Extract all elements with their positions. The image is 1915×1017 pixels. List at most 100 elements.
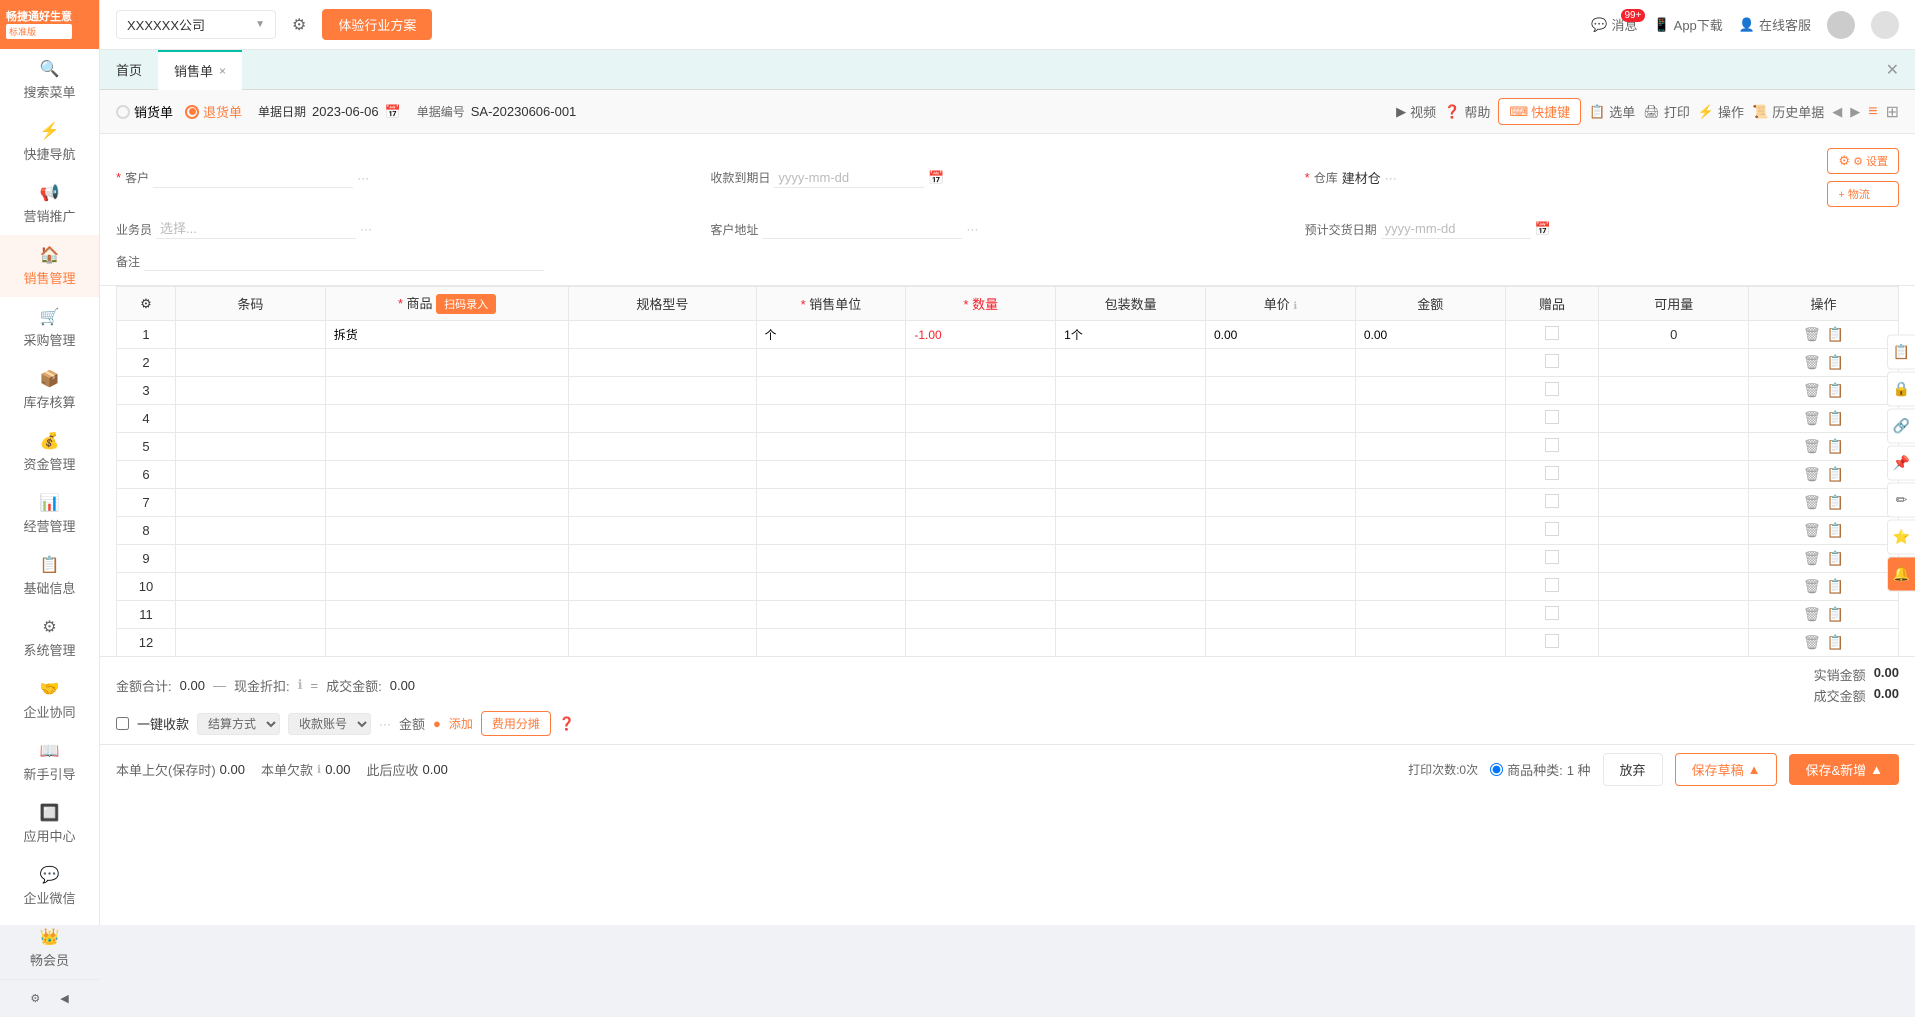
row-delete-icon[interactable]: 🗑: [1803, 326, 1821, 343]
row-barcode[interactable]: [175, 573, 325, 601]
row-amount[interactable]: [1355, 573, 1505, 601]
row-qty[interactable]: [906, 461, 1056, 489]
sidebar-item-system[interactable]: ⚙ 系统管理: [0, 607, 99, 669]
payment-date-input[interactable]: [774, 168, 924, 188]
salesperson-more-icon[interactable]: ···: [360, 222, 372, 236]
row-unit[interactable]: [756, 573, 906, 601]
calendar-icon[interactable]: 📅: [385, 104, 401, 120]
row-unit[interactable]: [756, 377, 906, 405]
row-delete-icon[interactable]: 🗑: [1803, 550, 1821, 567]
sidebar-item-operation[interactable]: 📊 经营管理: [0, 483, 99, 545]
nav-next-icon[interactable]: ▶: [1850, 104, 1860, 120]
row-spec[interactable]: [569, 321, 756, 349]
row-product[interactable]: [325, 489, 568, 517]
row-spec[interactable]: [569, 601, 756, 629]
row-qty[interactable]: [906, 349, 1056, 377]
note-input[interactable]: [144, 251, 544, 271]
row-gift[interactable]: [1505, 405, 1599, 433]
sidebar-item-marketing[interactable]: 📢 营销推广: [0, 173, 99, 235]
row-gift[interactable]: [1505, 573, 1599, 601]
row-unit[interactable]: [756, 545, 906, 573]
row-unit[interactable]: [756, 405, 906, 433]
sidebar-item-guide[interactable]: 📖 新手引导: [0, 731, 99, 793]
row-unit[interactable]: [756, 629, 906, 657]
row-copy-icon[interactable]: 📋: [1827, 606, 1844, 623]
payment-calendar-icon[interactable]: 📅: [928, 170, 944, 186]
logistics-button[interactable]: + 物流: [1827, 181, 1899, 207]
row-delete-icon[interactable]: 🗑: [1803, 494, 1821, 511]
row-amount[interactable]: [1355, 349, 1505, 377]
row-price[interactable]: [1206, 321, 1356, 349]
row-unit[interactable]: [756, 461, 906, 489]
addr-more-icon[interactable]: ···: [966, 222, 978, 236]
expected-calendar-icon[interactable]: 📅: [1535, 221, 1551, 237]
row-qty[interactable]: [906, 545, 1056, 573]
row-barcode[interactable]: [175, 405, 325, 433]
expense-btn[interactable]: 费用分摊: [481, 711, 551, 736]
row-product[interactable]: [325, 377, 568, 405]
sidebar-item-enterprise[interactable]: 🤝 企业协同: [0, 669, 99, 731]
grid-view-icon[interactable]: ⊞: [1886, 102, 1899, 122]
row-price[interactable]: [1206, 517, 1356, 545]
row-copy-icon[interactable]: 📋: [1827, 522, 1844, 539]
row-copy-icon[interactable]: 📋: [1827, 438, 1844, 455]
row-barcode[interactable]: [175, 461, 325, 489]
row-barcode[interactable]: [175, 349, 325, 377]
row-pkg[interactable]: [1056, 489, 1206, 517]
sidebar-item-appstore[interactable]: 🔲 应用中心: [0, 793, 99, 855]
tab-home[interactable]: 首页: [100, 50, 158, 90]
row-gift[interactable]: [1505, 349, 1599, 377]
row-barcode[interactable]: [175, 545, 325, 573]
row-unit[interactable]: [756, 349, 906, 377]
add-row-icon[interactable]: ●: [433, 716, 441, 731]
row-pkg[interactable]: [1056, 517, 1206, 545]
float-item-4[interactable]: 📌: [1887, 445, 1915, 480]
sidebar-settings-btn[interactable]: ⚙: [22, 988, 48, 1009]
radio-return[interactable]: 退货单: [185, 102, 242, 121]
row-pkg[interactable]: [1056, 405, 1206, 433]
row-spec[interactable]: [569, 461, 756, 489]
float-item-3[interactable]: 🔗: [1887, 408, 1915, 443]
row-delete-icon[interactable]: 🗑: [1803, 578, 1821, 595]
row-qty[interactable]: [906, 629, 1056, 657]
float-item-5[interactable]: ✏: [1887, 482, 1915, 517]
operate-btn[interactable]: ⚡ 操作: [1698, 102, 1744, 121]
app-download-button[interactable]: 📱 App下载: [1653, 15, 1722, 34]
row-spec[interactable]: [569, 545, 756, 573]
radio-sale[interactable]: 销货单: [116, 102, 173, 121]
row-price[interactable]: [1206, 461, 1356, 489]
row-copy-icon[interactable]: 📋: [1827, 354, 1844, 371]
row-delete-icon[interactable]: 🗑: [1803, 438, 1821, 455]
row-copy-icon[interactable]: 📋: [1827, 550, 1844, 567]
row-qty[interactable]: [906, 433, 1056, 461]
sidebar-item-quick-nav[interactable]: ⚡ 快捷导航: [0, 111, 99, 173]
row-delete-icon[interactable]: 🗑: [1803, 466, 1821, 483]
row-delete-icon[interactable]: 🗑: [1803, 634, 1821, 651]
row-qty[interactable]: [906, 405, 1056, 433]
row-qty[interactable]: [906, 573, 1056, 601]
row-gift[interactable]: [1505, 433, 1599, 461]
row-barcode[interactable]: [175, 489, 325, 517]
avatar[interactable]: [1827, 11, 1855, 39]
message-button[interactable]: 💬 消息 99+: [1591, 15, 1637, 34]
row-amount[interactable]: [1355, 405, 1505, 433]
row-price[interactable]: [1206, 489, 1356, 517]
row-amount[interactable]: [1355, 461, 1505, 489]
row-amount[interactable]: [1355, 545, 1505, 573]
payment-method-select[interactable]: 结算方式: [197, 713, 280, 735]
sidebar-item-member[interactable]: 👑 畅会员: [0, 917, 99, 979]
row-delete-icon[interactable]: 🗑: [1803, 606, 1821, 623]
row-product[interactable]: [325, 349, 568, 377]
row-price[interactable]: [1206, 349, 1356, 377]
sidebar-item-sales[interactable]: 🏠 销售管理: [0, 235, 99, 297]
row-amount[interactable]: [1355, 321, 1505, 349]
choose-btn[interactable]: 📋 选单: [1589, 102, 1635, 121]
row-copy-icon[interactable]: 📋: [1827, 410, 1844, 427]
row-pkg[interactable]: [1056, 629, 1206, 657]
row-amount[interactable]: [1355, 377, 1505, 405]
row-copy-icon[interactable]: 📋: [1827, 578, 1844, 595]
row-copy-icon[interactable]: 📋: [1827, 634, 1844, 651]
salesperson-input[interactable]: [156, 219, 356, 239]
abandon-button[interactable]: 放弃: [1603, 753, 1663, 786]
print-btn[interactable]: 🖨 打印: [1643, 102, 1690, 121]
